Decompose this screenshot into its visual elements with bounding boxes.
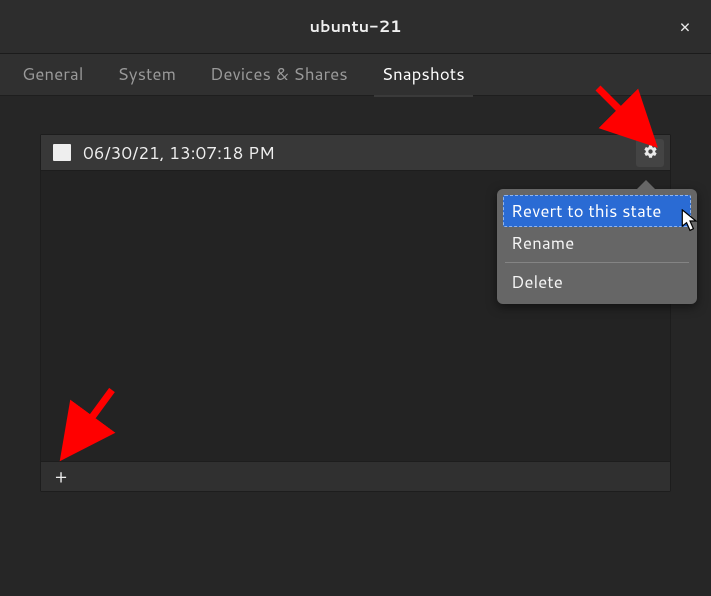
window-title: ubuntu-21 <box>310 15 402 38</box>
toolbar-row: + <box>41 461 670 491</box>
add-snapshot-button[interactable]: + <box>51 467 71 487</box>
tab-devices[interactable]: Devices & Shares <box>198 53 360 96</box>
menu-separator <box>505 262 689 263</box>
tab-general[interactable]: General <box>10 53 95 96</box>
tab-system[interactable]: System <box>105 53 188 96</box>
context-menu: Revert to this state Rename Delete <box>497 189 697 304</box>
menu-item-rename[interactable]: Rename <box>503 227 691 259</box>
snapshot-timestamp: 06/30/21, 13:07:18 PM <box>83 141 275 165</box>
snapshots-panel: 06/30/21, 13:07:18 PM + <box>40 134 671 492</box>
snapshot-row[interactable]: 06/30/21, 13:07:18 PM <box>41 135 670 171</box>
tab-snapshots[interactable]: Snapshots <box>370 53 477 96</box>
gear-icon <box>643 143 658 164</box>
tab-bar: General System Devices & Shares Snapshot… <box>0 54 711 96</box>
titlebar: ubuntu-21 × <box>0 0 711 54</box>
snapshot-thumbnail-icon <box>53 144 71 161</box>
close-button[interactable]: × <box>675 16 695 36</box>
menu-item-revert[interactable]: Revert to this state <box>503 195 691 227</box>
gear-button[interactable] <box>636 139 664 167</box>
content-area: 06/30/21, 13:07:18 PM + <box>0 96 711 518</box>
menu-item-delete[interactable]: Delete <box>503 266 691 298</box>
